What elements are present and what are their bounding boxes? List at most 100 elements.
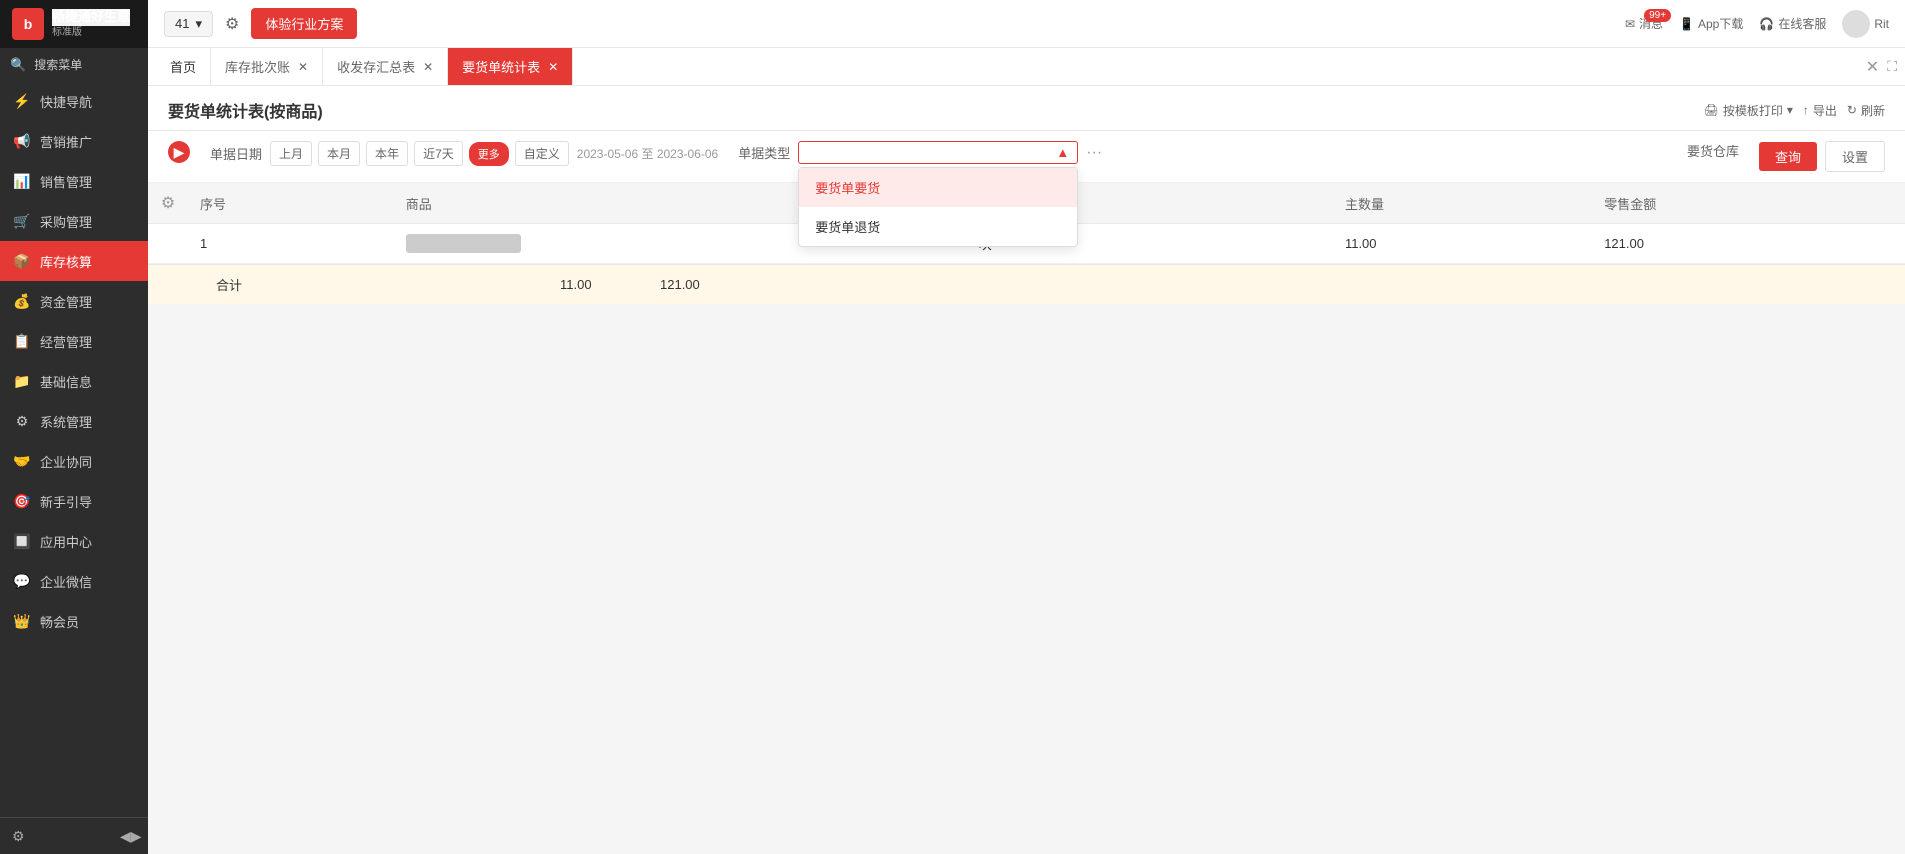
sales-icon: 📊 xyxy=(12,171,32,191)
inventory-icon: 📦 xyxy=(12,251,32,271)
query-button[interactable]: 查询 xyxy=(1759,142,1817,171)
sidebar-item-marketing[interactable]: 📢 营销推广 xyxy=(0,121,148,161)
filter-bar: ▶ 单据日期 上月 本月 本年 近7天 更多 自定义 2023-05-06 至 … xyxy=(148,131,1905,183)
filter-settings-button[interactable]: 设置 xyxy=(1825,141,1885,172)
sidebar-item-inventory[interactable]: 📦 库存核算 xyxy=(0,241,148,281)
chevron-down-icon: ▾ xyxy=(195,16,202,32)
avatar-image xyxy=(1842,10,1870,38)
warehouse-section: 要货仓库 xyxy=(1687,141,1739,160)
sidebar-item-basic[interactable]: 📁 基础信息 xyxy=(0,361,148,401)
tab-requisition-stats[interactable]: 要货单统计表 ✕ xyxy=(448,48,573,85)
footer-amount: 121.00 xyxy=(660,277,760,292)
date-filter-label: 单据日期 xyxy=(210,144,262,163)
type-filter-section: 单据类型 ▲ 要货单要货 要货单退货 ··· xyxy=(738,141,1667,164)
col-quantity: 主数量 xyxy=(1333,183,1592,224)
sidebar-collapse-button[interactable]: ◀▶ xyxy=(120,828,136,844)
type-dropdown-arrow[interactable]: ▲ xyxy=(1056,145,1069,160)
refresh-icon: ↻ xyxy=(1847,103,1857,117)
sidebar-nav: ⚡ 快捷导航 📢 营销推广 📊 销售管理 🛒 采购管理 📦 库存核算 💰 资金管… xyxy=(0,81,148,817)
col-amount: 零售金额 xyxy=(1592,183,1905,224)
date-this-year-btn[interactable]: 本年 xyxy=(366,141,408,166)
sidebar-item-enterprise[interactable]: 🤝 企业协同 xyxy=(0,441,148,481)
phone-icon: 📱 xyxy=(1679,17,1694,31)
page-header: 要货单统计表(按商品) 🖨 按模板打印 ▾ ↑ 导出 ↻ 刷新 xyxy=(148,86,1905,131)
date-more-btn[interactable]: 更多 xyxy=(469,142,509,166)
col-settings-icon[interactable]: ⚙ xyxy=(161,195,175,212)
refresh-button[interactable]: ↻ 刷新 xyxy=(1847,102,1885,119)
wechat-icon: 💬 xyxy=(12,571,32,591)
basic-icon: 📁 xyxy=(12,371,32,391)
date-filter-section: 单据日期 上月 本月 本年 近7天 更多 自定义 2023-05-06 至 20… xyxy=(210,141,718,166)
tab-expand-button[interactable]: ⛶ xyxy=(1887,58,1897,75)
sidebar-item-operations[interactable]: 📋 经营管理 xyxy=(0,321,148,361)
date-range-text: 2023-05-06 至 2023-06-06 xyxy=(577,145,718,162)
messages-button[interactable]: ✉ 消息 99+ xyxy=(1625,15,1663,32)
date-this-month-btn[interactable]: 本月 xyxy=(318,141,360,166)
sidebar-item-guide[interactable]: 🎯 新手引导 xyxy=(0,481,148,521)
guide-icon: 🎯 xyxy=(12,491,32,511)
page-title: 要货单统计表(按商品) xyxy=(168,98,323,122)
warehouse-label: 要货仓库 xyxy=(1687,141,1739,160)
topbar: 41 ▾ ⚙ 体验行业方案 ✉ 消息 99+ 📱 App下载 🎧 在线客服 R xyxy=(148,0,1905,48)
tab-home[interactable]: 首页 xyxy=(156,48,211,85)
gear-icon[interactable]: ⚙ xyxy=(225,14,239,34)
settings-button[interactable]: ⚙ xyxy=(12,828,28,844)
content-area: 要货单统计表(按商品) 🖨 按模板打印 ▾ ↑ 导出 ↻ 刷新 ▶ xyxy=(148,86,1905,854)
date-prev-month-btn[interactable]: 上月 xyxy=(270,141,312,166)
date-7days-btn[interactable]: 近7天 xyxy=(414,141,463,166)
sidebar-item-wechat[interactable]: 💬 企业微信 xyxy=(0,561,148,601)
sidebar-logo: b 畅捷通好生意 标准版 xyxy=(0,0,148,48)
sidebar-item-apps[interactable]: 🔲 应用中心 xyxy=(0,521,148,561)
system-icon: ⚙ xyxy=(12,411,32,431)
cell-num: 1 xyxy=(188,224,394,264)
date-presets: 上月 本月 本年 近7天 更多 自定义 xyxy=(270,141,569,166)
store-number: 41 xyxy=(175,16,189,31)
industry-btn[interactable]: 体验行业方案 xyxy=(251,8,357,39)
tab-close-all-button[interactable]: ✕ xyxy=(1866,57,1879,77)
footer-quantity: 11.00 xyxy=(560,277,660,292)
sidebar-item-member[interactable]: 👑 畅会员 xyxy=(0,601,148,641)
member-icon: 👑 xyxy=(12,611,32,631)
sidebar: b 畅捷通好生意 标准版 🔍 搜索菜单 ⚡ 快捷导航 📢 营销推广 📊 销售管理… xyxy=(0,0,148,854)
message-icon: ✉ xyxy=(1625,17,1635,31)
dropdown-item-requisition-order[interactable]: 要货单要货 xyxy=(799,168,1077,207)
quick-nav-icon: ⚡ xyxy=(12,91,32,111)
enterprise-icon: 🤝 xyxy=(12,451,32,471)
sidebar-item-sales[interactable]: 📊 销售管理 xyxy=(0,161,148,201)
tabbar-actions: ✕ ⛶ xyxy=(1866,57,1897,77)
tabbar: 首页 库存批次账 ✕ 收发存汇总表 ✕ 要货单统计表 ✕ ✕ ⛶ xyxy=(148,48,1905,86)
app-logo-text: 畅捷通好生意 标准版 xyxy=(52,9,130,39)
tab-inventory-batch[interactable]: 库存批次账 ✕ xyxy=(211,48,323,85)
sidebar-item-quick-nav[interactable]: ⚡ 快捷导航 xyxy=(0,81,148,121)
page-actions: 🖨 按模板打印 ▾ ↑ 导出 ↻ 刷新 xyxy=(1704,102,1885,119)
store-selector[interactable]: 41 ▾ xyxy=(164,11,213,37)
dropdown-item-requisition-return[interactable]: 要货单退货 xyxy=(799,207,1077,246)
tab-close-inventory-batch[interactable]: ✕ xyxy=(298,60,308,74)
messages-badge: 99+ xyxy=(1644,9,1671,22)
sidebar-search[interactable]: 🔍 搜索菜单 xyxy=(0,48,148,81)
export-button[interactable]: ↑ 导出 xyxy=(1803,102,1837,119)
print-icon: 🖨 xyxy=(1704,103,1719,117)
tab-close-receive-summary[interactable]: ✕ xyxy=(423,60,433,74)
date-custom-btn[interactable]: 自定义 xyxy=(515,141,569,166)
cell-amount: 121.00 xyxy=(1592,224,1905,264)
purchase-icon: 🛒 xyxy=(12,211,32,231)
sidebar-item-finance[interactable]: 💰 资金管理 xyxy=(0,281,148,321)
online-service-button[interactable]: 🎧 在线客服 xyxy=(1759,15,1826,32)
apps-icon: 🔲 xyxy=(12,531,32,551)
type-filter-more-btn[interactable]: ··· xyxy=(1086,144,1102,162)
sidebar-item-purchase[interactable]: 🛒 采购管理 xyxy=(0,201,148,241)
chevron-down-icon: ▾ xyxy=(1787,103,1793,117)
filter-expand-button[interactable]: ▶ xyxy=(168,141,190,163)
user-avatar[interactable]: Rit xyxy=(1842,10,1889,38)
search-icon: 🔍 xyxy=(10,57,26,73)
sidebar-item-system[interactable]: ⚙ 系统管理 xyxy=(0,401,148,441)
tab-close-requisition-stats[interactable]: ✕ xyxy=(548,60,558,74)
print-template-button[interactable]: 🖨 按模板打印 ▾ xyxy=(1704,102,1793,119)
type-filter-input[interactable] xyxy=(807,145,1056,160)
marketing-icon: 📢 xyxy=(12,131,32,151)
type-dropdown-menu: 要货单要货 要货单退货 xyxy=(798,167,1078,247)
tab-receive-summary[interactable]: 收发存汇总表 ✕ xyxy=(323,48,448,85)
app-download-button[interactable]: 📱 App下载 xyxy=(1679,15,1743,32)
app-logo-icon: b xyxy=(12,8,44,40)
